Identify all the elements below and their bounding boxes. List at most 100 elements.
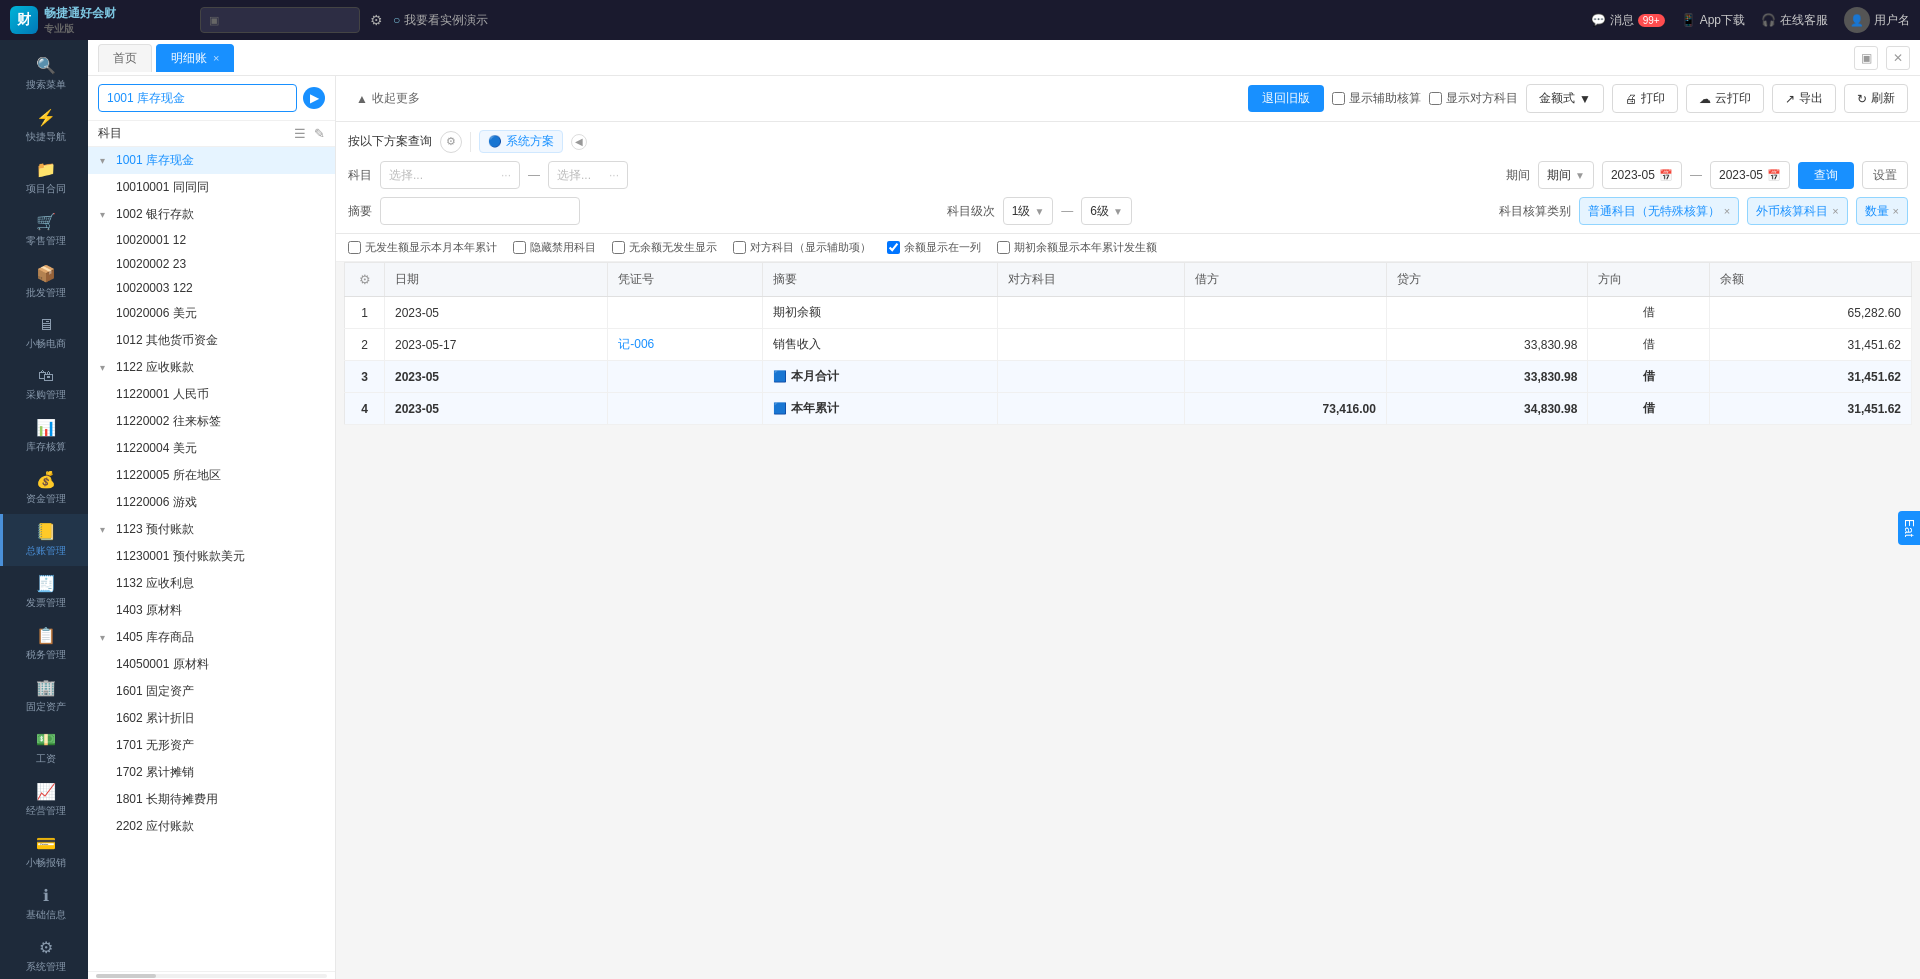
voucher-link-2[interactable]: 记-006 — [618, 337, 654, 351]
tree-item-1002[interactable]: ▾ 1002 银行存款 — [88, 201, 335, 228]
tree-item-11230001[interactable]: 11230001 预付账款美元 — [88, 543, 335, 570]
query-settings-icon[interactable]: ⚙ — [440, 131, 462, 153]
setting-btn[interactable]: 设置 — [1862, 161, 1908, 189]
period-start-picker[interactable]: 2023-05 📅 — [1602, 161, 1682, 189]
sidebar-item-tax[interactable]: 📋 税务管理 — [0, 618, 88, 670]
tree-item-1702[interactable]: 1702 累计摊销 — [88, 759, 335, 786]
scheme-tag[interactable]: 🔵 系统方案 — [479, 130, 563, 153]
sidebar-item-system[interactable]: ⚙ 系统管理 — [0, 930, 88, 979]
sidebar-item-shortcut[interactable]: ⚡ 快捷导航 — [0, 100, 88, 152]
subject-end-input[interactable]: 选择... ··· — [548, 161, 628, 189]
collapse-scheme-btn[interactable]: ◀ — [571, 134, 587, 150]
tree-item-10020003[interactable]: 10020003 122 — [88, 276, 335, 300]
period-type-select[interactable]: 期间 ▼ — [1538, 161, 1594, 189]
show-balance-col-input[interactable] — [887, 241, 900, 254]
tree-edit-icon[interactable]: ✎ — [314, 126, 325, 141]
side-expand-tab[interactable]: Eat — [1898, 510, 1920, 544]
tree-item-11220002[interactable]: 11220002 往来标签 — [88, 408, 335, 435]
tree-list-icon[interactable]: ☰ — [294, 126, 306, 141]
tab-close-btn[interactable]: ✕ — [1886, 46, 1910, 70]
tree-item-14050001[interactable]: 14050001 原材料 — [88, 651, 335, 678]
account-tree[interactable]: ▾ 1001 库存现金 10010001 同同同 ▾ 1002 银行存款 100… — [88, 147, 335, 971]
type-normal-tag[interactable]: 普通科目（无特殊核算） × — [1579, 197, 1739, 225]
account-nav-btn[interactable]: ▶ — [303, 87, 325, 109]
sidebar-item-capital[interactable]: 💰 资金管理 — [0, 462, 88, 514]
settings-icon[interactable]: ⚙ — [370, 12, 383, 28]
sidebar-item-project[interactable]: 📁 项目合同 — [0, 152, 88, 204]
online-service-btn[interactable]: 🎧 在线客服 — [1761, 12, 1828, 29]
user-menu[interactable]: 👤 用户名 — [1844, 7, 1910, 33]
tree-item-11220006[interactable]: 11220006 游戏 — [88, 489, 335, 516]
show-balance-col-checkbox[interactable]: 余额显示在一列 — [887, 240, 981, 255]
tree-item-1123[interactable]: ▾ 1123 预付账款 — [88, 516, 335, 543]
tree-item-1122[interactable]: ▾ 1122 应收账款 — [88, 354, 335, 381]
sidebar-item-operations[interactable]: 📈 经营管理 — [0, 774, 88, 826]
tree-item-11220004[interactable]: 11220004 美元 — [88, 435, 335, 462]
show-year-total-checkbox[interactable]: 期初余额显示本年累计发生额 — [997, 240, 1157, 255]
tree-item-10010001[interactable]: 10010001 同同同 — [88, 174, 335, 201]
tree-item-11220001[interactable]: 11220001 人民币 — [88, 381, 335, 408]
app-download-btn[interactable]: 📱 App下载 — [1681, 12, 1745, 29]
tab-home[interactable]: 首页 — [98, 44, 152, 72]
horizontal-scrollbar[interactable] — [96, 974, 327, 978]
col-header-settings[interactable]: ⚙ — [345, 263, 385, 297]
print-btn[interactable]: 🖨 打印 — [1612, 84, 1678, 113]
tree-item-10020002[interactable]: 10020002 23 — [88, 252, 335, 276]
subject-input[interactable]: 选择... ··· — [380, 161, 520, 189]
opposite-subject-checkbox[interactable]: 对方科目（显示辅助项） — [733, 240, 871, 255]
type-foreign-close[interactable]: × — [1832, 205, 1838, 217]
refresh-btn[interactable]: ↻ 刷新 — [1844, 84, 1908, 113]
sidebar-item-invoice[interactable]: 🧾 发票管理 — [0, 566, 88, 618]
message-btn[interactable]: 💬 消息 99+ — [1591, 12, 1665, 29]
level-to-select[interactable]: 6级 ▼ — [1081, 197, 1132, 225]
sidebar-item-ecommerce[interactable]: 🖥 小畅电商 — [0, 308, 88, 359]
tree-item-1403[interactable]: 1403 原材料 — [88, 597, 335, 624]
demo-link[interactable]: ○ 我要看实例演示 — [393, 12, 488, 29]
export-btn[interactable]: ↗ 导出 — [1772, 84, 1836, 113]
return-old-btn[interactable]: 退回旧版 — [1248, 85, 1324, 112]
sidebar-item-sales[interactable]: 💳 小畅报销 — [0, 826, 88, 878]
amount-format-btn[interactable]: 金额式 ▼ — [1526, 84, 1604, 113]
tab-restore-btn[interactable]: ▣ — [1854, 46, 1878, 70]
cloud-print-btn[interactable]: ☁ 云打印 — [1686, 84, 1764, 113]
tree-item-11220005[interactable]: 11220005 所在地区 — [88, 462, 335, 489]
show-opposite-input[interactable] — [1429, 92, 1442, 105]
topbar-search-box[interactable]: ▣ — [200, 7, 360, 33]
sidebar-item-retail[interactable]: 🛒 零售管理 — [0, 204, 88, 256]
sidebar-item-base[interactable]: ℹ 基础信息 — [0, 878, 88, 930]
tree-item-1601[interactable]: 1601 固定资产 — [88, 678, 335, 705]
type-normal-close[interactable]: × — [1724, 205, 1730, 217]
no-balance-checkbox[interactable]: 无发生额显示本月本年累计 — [348, 240, 497, 255]
show-year-total-input[interactable] — [997, 241, 1010, 254]
tree-item-10020006[interactable]: 10020006 美元 — [88, 300, 335, 327]
hide-disabled-input[interactable] — [513, 241, 526, 254]
level-from-select[interactable]: 1级 ▼ — [1003, 197, 1054, 225]
tree-item-1801[interactable]: 1801 长期待摊费用 — [88, 786, 335, 813]
tree-item-1012[interactable]: 1012 其他货币资金 — [88, 327, 335, 354]
show-aux-input[interactable] — [1332, 92, 1345, 105]
sidebar-item-assets[interactable]: 🏢 固定资产 — [0, 670, 88, 722]
tree-item-2202[interactable]: 2202 应付账款 — [88, 813, 335, 840]
sidebar-item-ledger[interactable]: 📒 总账管理 — [0, 514, 88, 566]
account-search-bar[interactable]: 1001 库存现金 — [98, 84, 297, 112]
tree-item-10020001[interactable]: 10020001 12 — [88, 228, 335, 252]
tree-item-1405[interactable]: ▾ 1405 库存商品 — [88, 624, 335, 651]
search-btn[interactable]: 查询 — [1798, 162, 1854, 189]
no-balance2-input[interactable] — [612, 241, 625, 254]
tree-item-1701[interactable]: 1701 无形资产 — [88, 732, 335, 759]
collapse-filter-btn[interactable]: ▲ 收起更多 — [348, 86, 428, 111]
col-settings-icon[interactable]: ⚙ — [359, 272, 371, 287]
type-quantity-tag[interactable]: 数量 × — [1856, 197, 1908, 225]
type-foreign-tag[interactable]: 外币核算科目 × — [1747, 197, 1847, 225]
tab-close-icon[interactable]: × — [213, 52, 219, 64]
summary-input[interactable] — [380, 197, 580, 225]
sidebar-item-inventory[interactable]: 📊 库存核算 — [0, 410, 88, 462]
tab-detail[interactable]: 明细账 × — [156, 44, 234, 72]
show-opposite-checkbox[interactable]: 显示对方科目 — [1429, 90, 1518, 107]
type-quantity-close[interactable]: × — [1893, 205, 1899, 217]
hide-disabled-checkbox[interactable]: 隐藏禁用科目 — [513, 240, 596, 255]
show-aux-checkbox[interactable]: 显示辅助核算 — [1332, 90, 1421, 107]
sidebar-item-wholesale[interactable]: 📦 批发管理 — [0, 256, 88, 308]
sidebar-item-purchase[interactable]: 🛍 采购管理 — [0, 359, 88, 410]
tree-item-1602[interactable]: 1602 累计折旧 — [88, 705, 335, 732]
